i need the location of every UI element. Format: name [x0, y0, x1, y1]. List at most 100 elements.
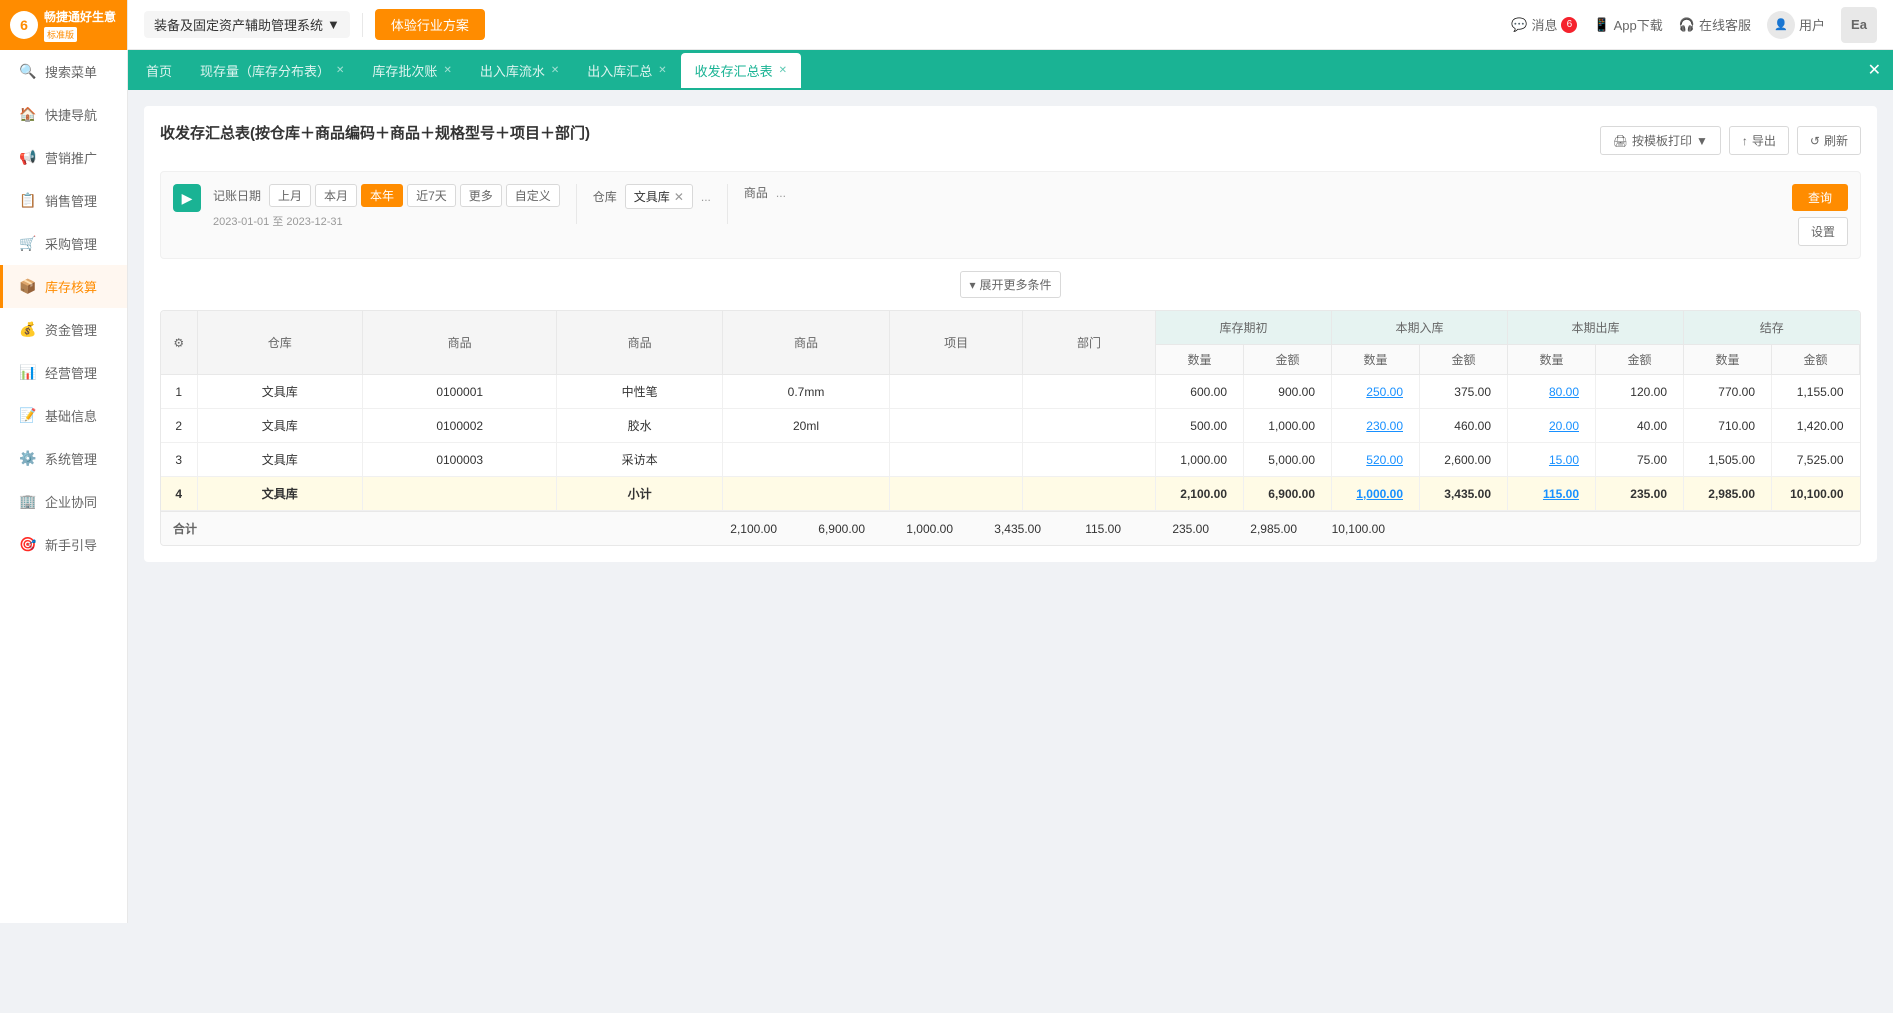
col-dept: 部门	[1023, 311, 1156, 375]
warehouse-label: 仓库	[593, 188, 617, 205]
cell-in-amt: 460.00	[1420, 409, 1508, 443]
cell-out-amt: 120.00	[1596, 375, 1684, 409]
sidebar-icon-purchase: 🛒	[19, 235, 37, 252]
sidebar-item-sales[interactable]: 📋销售管理	[0, 179, 127, 222]
page-title: 收发存汇总表(按仓库＋商品编码＋商品＋规格型号＋项目＋部门)	[160, 122, 590, 143]
col-project: 项目	[890, 311, 1023, 375]
goods-more-btn[interactable]: ...	[776, 186, 786, 200]
filter-toggle-btn[interactable]: ▶	[173, 184, 201, 212]
header-left: 装备及固定资产辅助管理系统 ▼ 体验行业方案	[144, 9, 485, 40]
sidebar-item-marketing[interactable]: 📢营销推广	[0, 136, 127, 179]
in-qty-link[interactable]: 230.00	[1366, 419, 1403, 433]
tab-inventory-dist[interactable]: 现存量（库存分布表） ✕	[186, 53, 358, 88]
cell-dept	[1023, 443, 1156, 477]
cell-open-qty: 1,000.00	[1156, 443, 1244, 477]
tab-close-inventory-dist[interactable]: ✕	[336, 65, 344, 76]
date-btn-custom[interactable]: 自定义	[506, 184, 560, 207]
tab-bar: 首页现存量（库存分布表）✕库存批次账✕出入库流水✕出入库汇总✕收发存汇总表✕ ✕	[128, 50, 1893, 90]
cell-no: 2	[161, 409, 197, 443]
tab-recv-send-summary[interactable]: 收发存汇总表✕	[681, 53, 801, 88]
messages-btn[interactable]: 💬 消息 6	[1511, 15, 1577, 34]
app-download-btn[interactable]: 📱 App下载	[1593, 15, 1662, 34]
cell-in-amt: 2,600.00	[1420, 443, 1508, 477]
settings-btn[interactable]: 设置	[1798, 217, 1848, 246]
goods-label: 商品	[744, 184, 768, 201]
printer-icon: 🖨	[1613, 134, 1628, 148]
warehouse-more-btn[interactable]: ...	[701, 190, 711, 204]
tab-inout-summary[interactable]: 出入库汇总✕	[573, 53, 680, 88]
sidebar-icon-finance: 💰	[19, 321, 37, 338]
data-table: ⚙ 仓库 商品 商品 商品 项目 部门 库存期初 本期入库 本期出库 结存 数量	[161, 311, 1860, 511]
tab-batch-ledger[interactable]: 库存批次账✕	[358, 53, 465, 88]
table-row: 1 文具库 0100001 中性笔 0.7mm 600.00 900.00 25…	[161, 375, 1860, 409]
sidebar-item-finance[interactable]: 💰资金管理	[0, 308, 127, 351]
cell-project	[890, 443, 1023, 477]
cell-project	[890, 409, 1023, 443]
in-qty-link[interactable]: 520.00	[1366, 453, 1403, 467]
out-qty-link[interactable]: 15.00	[1549, 453, 1579, 467]
app-download-label: App下载	[1614, 15, 1663, 34]
table-row: 2 文具库 0100002 胶水 20ml 500.00 1,000.00 23…	[161, 409, 1860, 443]
tab-home[interactable]: 首页	[132, 53, 186, 88]
col-warehouse: 仓库	[197, 311, 362, 375]
cell-warehouse: 文具库	[197, 409, 362, 443]
logo-text: 畅捷通好生意 标准版	[44, 8, 116, 42]
subtotal-in-qty-link[interactable]: 1,000.00	[1356, 487, 1403, 501]
date-btn-this-month[interactable]: 本月	[315, 184, 357, 207]
expand-conditions-btn[interactable]: ▾ 展开更多条件	[960, 271, 1060, 298]
online-service-btn[interactable]: 🎧 在线客服	[1679, 15, 1751, 34]
export-btn[interactable]: ↑ 导出	[1729, 126, 1789, 155]
cell-out-qty: 80.00	[1508, 375, 1596, 409]
date-label: 记账日期	[213, 187, 261, 204]
date-btn-7days[interactable]: 近7天	[407, 184, 456, 207]
tab-bar-close-btn[interactable]: ✕	[1860, 56, 1889, 84]
sidebar-icon-search: 🔍	[19, 63, 37, 80]
date-btn-more[interactable]: 更多	[460, 184, 502, 207]
sidebar-item-purchase[interactable]: 🛒采购管理	[0, 222, 127, 265]
sidebar-label-marketing: 营销推广	[45, 148, 97, 167]
cell-spec: 0.7mm	[722, 375, 889, 409]
trial-btn[interactable]: 体验行业方案	[375, 9, 485, 40]
sidebar-item-system[interactable]: ⚙️系统管理	[0, 437, 127, 480]
sidebar-item-inventory[interactable]: 📦库存核算	[0, 265, 127, 308]
col-settings[interactable]: ⚙	[161, 311, 197, 375]
out-qty-link[interactable]: 80.00	[1549, 385, 1579, 399]
date-btn-last-month[interactable]: 上月	[269, 184, 311, 207]
tab-close-batch-ledger[interactable]: ✕	[443, 65, 451, 76]
sidebar-item-operations[interactable]: 📊经营管理	[0, 351, 127, 394]
in-qty-link[interactable]: 250.00	[1366, 385, 1403, 399]
refresh-btn[interactable]: ↺ 刷新	[1797, 126, 1861, 155]
cell-open-amt: 900.00	[1244, 375, 1332, 409]
cell-in-amt: 375.00	[1420, 375, 1508, 409]
sidebar-item-search[interactable]: 🔍搜索菜单	[0, 50, 127, 93]
system-selector[interactable]: 装备及固定资产辅助管理系统 ▼	[144, 11, 350, 38]
warehouse-tag-close[interactable]: ✕	[674, 190, 684, 204]
col-name: 商品	[557, 311, 722, 375]
warehouse-value: 文具库	[634, 188, 670, 205]
subtotal-bal-qty: 2,985.00	[1684, 477, 1772, 511]
sub-bal-amt: 金额	[1772, 345, 1860, 375]
query-btn[interactable]: 查询	[1792, 184, 1848, 211]
sidebar-label-basic-info: 基础信息	[45, 406, 97, 425]
print-btn[interactable]: 🖨 按模板打印 ▼	[1600, 126, 1721, 155]
top-header: 装备及固定资产辅助管理系统 ▼ 体验行业方案 💬 消息 6 📱 App下载 🎧 …	[128, 0, 1893, 50]
sidebar-item-newbie[interactable]: 🎯新手引导	[0, 523, 127, 566]
sidebar-item-enterprise[interactable]: 🏢企业协同	[0, 480, 127, 523]
tab-inout-flow[interactable]: 出入库流水✕	[466, 53, 573, 88]
tab-close-recv-send-summary[interactable]: ✕	[779, 65, 787, 76]
sub-open-qty: 数量	[1156, 345, 1244, 375]
subtotal-row: 4 文具库 小计 2,100.00 6,900.00 1,000.00 3,43…	[161, 477, 1860, 511]
out-qty-link[interactable]: 20.00	[1549, 419, 1579, 433]
tab-close-inout-summary[interactable]: ✕	[658, 65, 666, 76]
date-btn-this-year[interactable]: 本年	[361, 184, 403, 207]
table-row: 3 文具库 0100003 采访本 1,000.00 5,000.00 520.…	[161, 443, 1860, 477]
subtotal-out-qty-link[interactable]: 115.00	[1543, 487, 1579, 501]
tab-close-inout-flow[interactable]: ✕	[551, 65, 559, 76]
sidebar-item-quick-nav[interactable]: 🏠快捷导航	[0, 93, 127, 136]
chevron-down-icon: ▼	[1696, 134, 1708, 148]
cell-out-qty: 20.00	[1508, 409, 1596, 443]
tab-label-inventory-dist: 现存量（库存分布表）	[200, 61, 330, 80]
sidebar-item-basic-info[interactable]: 📝基础信息	[0, 394, 127, 437]
user-btn[interactable]: 👤 用户	[1767, 11, 1825, 39]
cell-code: 0100003	[362, 443, 556, 477]
